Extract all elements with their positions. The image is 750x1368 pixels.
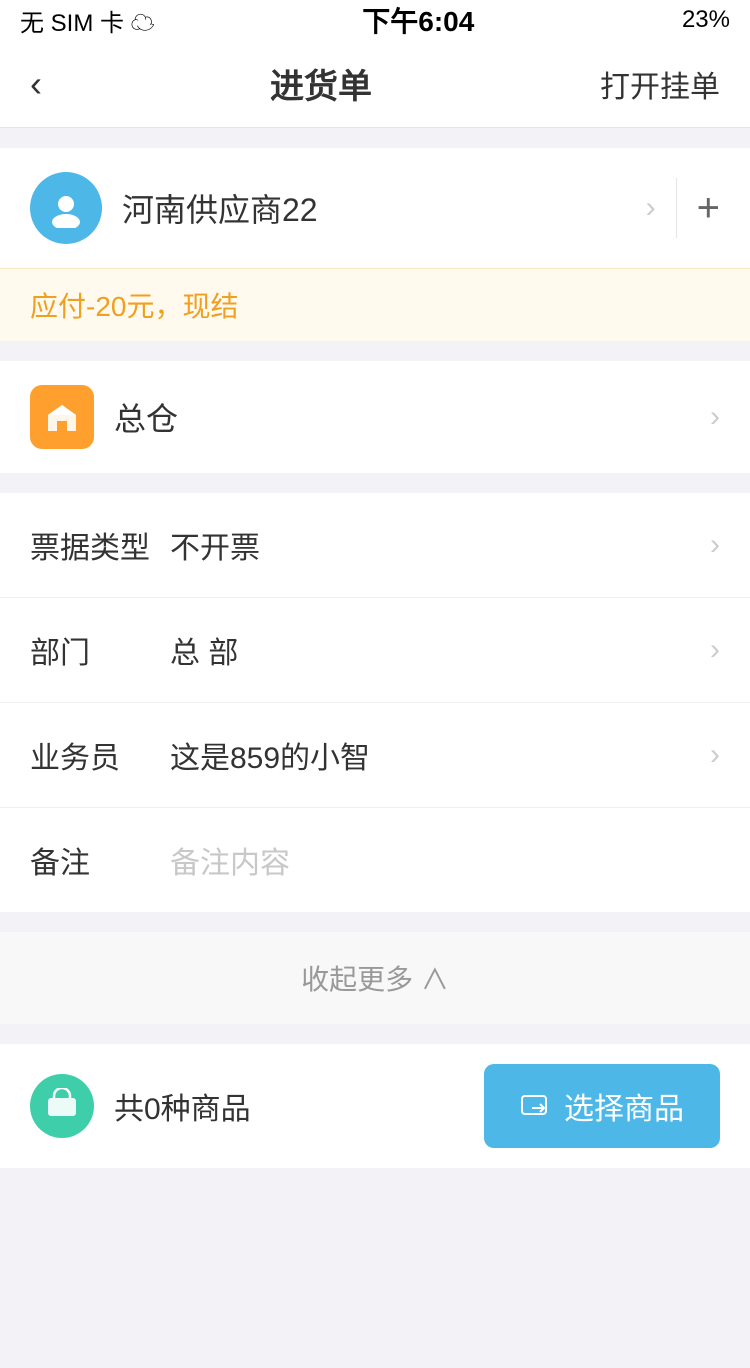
product-icon <box>30 1074 94 1138</box>
user-icon <box>46 188 86 228</box>
salesperson-value: 这是859的小智 <box>150 733 710 777</box>
back-button[interactable]: ‹ <box>30 63 42 105</box>
battery-icon: 23% <box>682 6 730 34</box>
salesperson-label: 业务员 <box>30 733 150 777</box>
notice-bar: 应付-20元，现结 <box>0 268 750 341</box>
status-left: 无 SIM 卡 ☁ <box>20 3 155 38</box>
invoice-type-label: 票据类型 <box>30 523 150 567</box>
nav-bar: ‹ 进货单 打开挂单 <box>0 40 750 128</box>
select-product-button[interactable]: 选择商品 <box>484 1064 720 1148</box>
remark-row[interactable]: 备注 备注内容 <box>0 808 750 912</box>
section-gap-1 <box>0 128 750 148</box>
invoice-type-value: 不开票 <box>150 523 710 567</box>
salesperson-chevron-icon: › <box>710 738 720 772</box>
supplier-section: 河南供应商22 › + 应付-20元，现结 <box>0 148 750 341</box>
department-value: 总 部 <box>150 628 710 672</box>
page-background <box>0 1168 750 1368</box>
notice-text: 应付-20元，现结 <box>30 291 238 322</box>
cart-icon <box>44 1088 80 1124</box>
warehouse-icon <box>30 385 94 449</box>
supplier-avatar <box>30 172 102 244</box>
supplier-chevron-icon: › <box>646 191 656 225</box>
bottom-bar: 共0种商品 选择商品 <box>0 1044 750 1168</box>
open-pending-button[interactable]: 打开挂单 <box>600 62 720 106</box>
add-button[interactable]: + <box>697 186 720 231</box>
supplier-name: 河南供应商22 <box>122 185 646 231</box>
remark-input[interactable]: 备注内容 <box>150 838 720 882</box>
collapse-button[interactable]: 收起更多 ∧ <box>0 932 750 1024</box>
salesperson-row[interactable]: 业务员 这是859的小智 › <box>0 703 750 808</box>
form-section: 票据类型 不开票 › 部门 总 部 › 业务员 这是859的小智 › 备注 备注… <box>0 493 750 912</box>
invoice-type-row[interactable]: 票据类型 不开票 › <box>0 493 750 598</box>
warehouse-name: 总仓 <box>114 394 710 440</box>
product-count: 共0种商品 <box>114 1084 484 1128</box>
status-right: 23% <box>682 6 730 34</box>
supplier-divider <box>676 178 677 238</box>
department-chevron-icon: › <box>710 633 720 667</box>
warehouse-chevron-icon: › <box>710 400 720 434</box>
status-bar: 无 SIM 卡 ☁ 下午6:04 23% <box>0 0 750 40</box>
page-title: 进货单 <box>270 59 372 108</box>
warehouse-row[interactable]: 总仓 › <box>0 361 750 473</box>
select-product-icon <box>520 1090 552 1122</box>
supplier-row[interactable]: 河南供应商22 › + <box>0 148 750 268</box>
department-row[interactable]: 部门 总 部 › <box>0 598 750 703</box>
status-time: 下午6:04 <box>362 0 474 40</box>
collapse-label: 收起更多 ∧ <box>301 964 449 995</box>
select-product-label: 选择商品 <box>564 1084 684 1128</box>
invoice-type-chevron-icon: › <box>710 528 720 562</box>
house-icon <box>44 399 80 435</box>
remark-label: 备注 <box>30 838 150 882</box>
department-label: 部门 <box>30 628 150 672</box>
